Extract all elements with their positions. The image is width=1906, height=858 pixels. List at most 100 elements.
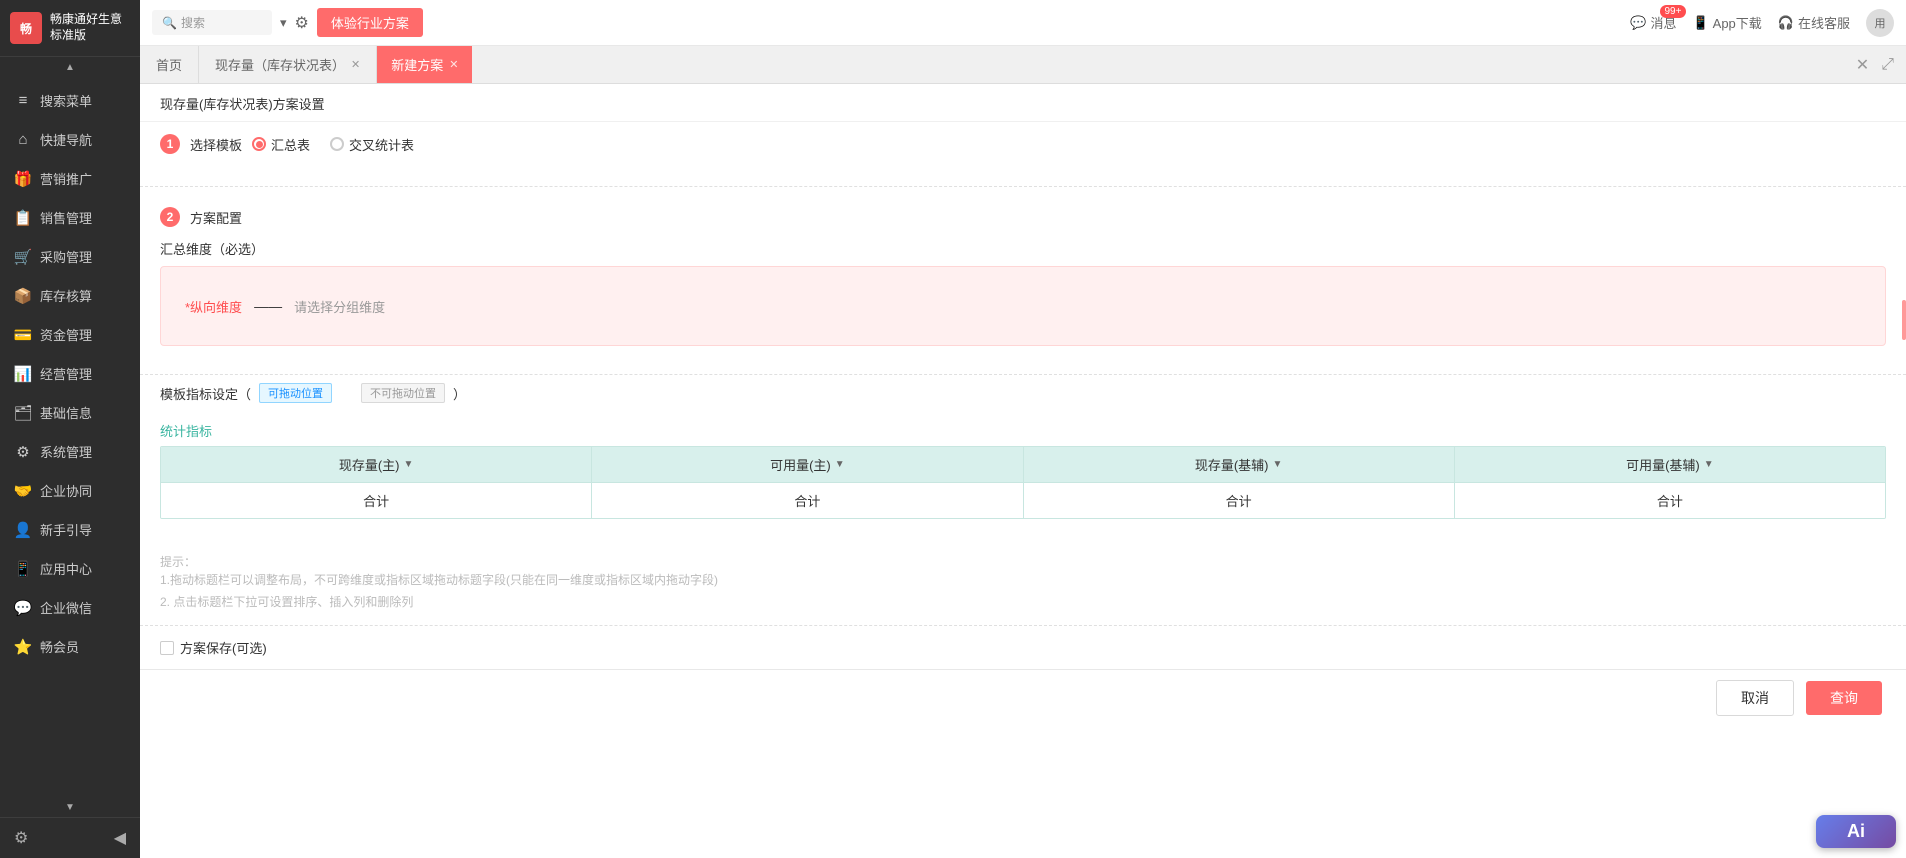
sidebar-item-label-quick-nav: 快捷导航 [40,130,92,149]
sidebar-item-basic-info[interactable]: 🗂 基础信息 [0,393,140,432]
not-movable-tag: 不可拖动位置 [361,383,445,403]
step1-num: 1 [160,134,180,154]
col-header-available-main-caret: ▼ [835,459,845,470]
stats-table-header: 现存量(主) ▼ 可用量(主) ▼ 现存量(基辅) ▼ 可用量(基辅) ▼ [161,447,1885,482]
sidebar-item-inventory[interactable]: 📦 库存核算 [0,276,140,315]
app-download-icon: 📱 [1692,15,1708,31]
col-header-available-main[interactable]: 可用量(主) ▼ [592,447,1023,482]
tips-text-2: 2. 点击标题栏下拉可设置排序、插入列和删除列 [160,592,1886,614]
save-checkbox[interactable]: 方案保存(可选) [160,638,1886,657]
topbar-dropdown-icon[interactable]: ▾ [280,15,287,31]
radio-cross-label: 交叉统计表 [349,135,414,154]
indicator-config-separator [340,384,353,403]
col-header-current-aux-label: 现存量(基辅) [1195,455,1269,474]
topbar-right: 💬 消息 99+ 📱 App下载 🎧 在线客服 用 [1630,9,1894,37]
topbar: 🔍 搜索 ▾ ⚙ 体验行业方案 💬 消息 99+ 📱 App下载 🎧 在线客服 … [140,0,1906,46]
messages-button[interactable]: 💬 消息 99+ [1630,13,1676,32]
sidebar-item-marketing[interactable]: 🎁 营销推广 [0,159,140,198]
tab-new-plan-label: 新建方案 [391,55,443,74]
sidebar-item-label-member: 畅会员 [40,637,79,656]
save-checkbox-label: 方案保存(可选) [180,638,267,657]
vertical-dimension-label: *纵向维度 [185,297,242,316]
radio-cross[interactable]: 交叉统计表 [330,135,414,154]
search-menu-icon: ≡ [14,92,32,110]
col-header-available-aux[interactable]: 可用量(基辅) ▼ [1455,447,1885,482]
radio-summary[interactable]: 汇总表 [252,135,310,154]
online-service-label: 在线客服 [1798,13,1850,32]
sidebar-item-purchase[interactable]: 🛒 采购管理 [0,237,140,276]
col-body-available-main: 合计 [592,483,1023,518]
app-download-label: App下载 [1713,13,1762,32]
tab-home-label: 首页 [156,55,182,74]
col-body-current-aux: 合计 [1024,483,1455,518]
topbar-search-box[interactable]: 🔍 搜索 [152,10,272,35]
stats-table-body: 合计 合计 合计 合计 [161,482,1885,518]
messages-badge: 99+ [1660,5,1687,18]
step1-section: 1 选择模板 汇总表 交叉统计表 [140,122,1906,178]
app-download-button[interactable]: 📱 App下载 [1692,13,1761,32]
sidebar-logo: 畅 [10,12,42,44]
sidebar-item-label-search-menu: 搜索菜单 [40,91,92,110]
save-section: 方案保存(可选) [140,625,1906,669]
sidebar-item-enterprise[interactable]: 🤝 企业协同 [0,471,140,510]
avatar[interactable]: 用 [1866,9,1894,37]
indicator-config-text: 模板指标设定（ [160,384,251,403]
page-content: 现存量(库存状况表)方案设置 1 选择模板 汇总表 交叉统计表 [140,84,1906,858]
ai-float-button[interactable]: Ai [1816,815,1896,848]
settings-icon[interactable]: ⚙ [14,828,28,848]
tips-text-1: 1.拖动标题栏可以调整布局，不可跨维度或指标区域拖动标题字段(只能在同一维度或指… [160,570,1886,592]
step-divider-1 [140,186,1906,187]
sidebar-item-finance[interactable]: 💳 资金管理 [0,315,140,354]
tab-inventory-status-close[interactable]: ✕ [351,58,360,71]
purchase-icon: 🛒 [14,248,32,266]
expand-window-icon[interactable]: ⤢ [1877,54,1898,76]
col-header-current-aux[interactable]: 现存量(基辅) ▼ [1024,447,1455,482]
tab-new-plan-close[interactable]: ✕ [449,58,458,71]
sidebar-footer: ⚙ ◀ [0,817,140,858]
sidebar-app-info: 畅康通好生意 标准版 [50,12,122,43]
marketing-icon: 🎁 [14,170,32,188]
query-button[interactable]: 查询 [1806,681,1882,715]
indicator-config-label: 模板指标设定（ 可拖动位置 不可拖动位置 ） [160,383,1886,403]
sidebar-header: 畅 畅康通好生意 标准版 [0,0,140,57]
radio-summary-label: 汇总表 [271,135,310,154]
template-radio-group: 汇总表 交叉统计表 [252,135,414,154]
tips-title: 提示： [160,555,196,569]
close-window-icon[interactable]: ✕ [1852,53,1873,77]
tab-inventory-status[interactable]: 现存量（库存状况表） ✕ [199,46,377,83]
sidebar-item-label-app-center: 应用中心 [40,559,92,578]
indicator-config-close: ） [453,384,466,403]
online-service-button[interactable]: 🎧 在线客服 [1778,13,1850,32]
trial-button[interactable]: 体验行业方案 [317,8,423,37]
search-icon: 🔍 [162,16,177,30]
col-body-available-aux: 合计 [1455,483,1885,518]
dimension-separator: —— [254,298,282,314]
sidebar-item-guide[interactable]: 👤 新手引导 [0,510,140,549]
tab-new-plan[interactable]: 新建方案 ✕ [377,46,472,83]
sidebar-item-label-guide: 新手引导 [40,520,92,539]
topbar-gear-icon[interactable]: ⚙ [295,13,309,33]
col-header-current-main[interactable]: 现存量(主) ▼ [161,447,592,482]
sidebar-item-search-menu[interactable]: ≡ 搜索菜单 [0,81,140,120]
sidebar-scroll-down[interactable]: ▼ [0,797,140,817]
sidebar-item-label-basic-info: 基础信息 [40,403,92,422]
sidebar-scroll-up[interactable]: ▲ [0,57,140,77]
sidebar-item-system[interactable]: ⚙ 系统管理 [0,432,140,471]
dimension-placeholder: 请选择分组维度 [294,297,385,316]
sales-icon: 📋 [14,209,32,227]
sidebar-item-app-center[interactable]: 📱 应用中心 [0,549,140,588]
cancel-button[interactable]: 取消 [1716,680,1794,716]
collapse-sidebar-icon[interactable]: ◀ [114,828,126,848]
enterprise-icon: 🤝 [14,482,32,500]
app-center-icon: 📱 [14,560,32,578]
tab-home[interactable]: 首页 [140,46,199,83]
sidebar-item-quick-nav[interactable]: ⌂ 快捷导航 [0,120,140,159]
step2-section: 2 方案配置 汇总维度（必选） *纵向维度 —— 请选择分组维度 [140,195,1906,366]
sidebar-item-sales[interactable]: 📋 销售管理 [0,198,140,237]
dimension-box[interactable]: *纵向维度 —— 请选择分组维度 [160,266,1886,346]
sidebar-item-member[interactable]: ⭐ 畅会员 [0,627,140,666]
summary-dimension-label: 汇总维度（必选） [160,239,1886,258]
sidebar-edition: 标准版 [50,28,122,44]
sidebar-item-operations[interactable]: 📊 经营管理 [0,354,140,393]
sidebar-item-wechat[interactable]: 💬 企业微信 [0,588,140,627]
